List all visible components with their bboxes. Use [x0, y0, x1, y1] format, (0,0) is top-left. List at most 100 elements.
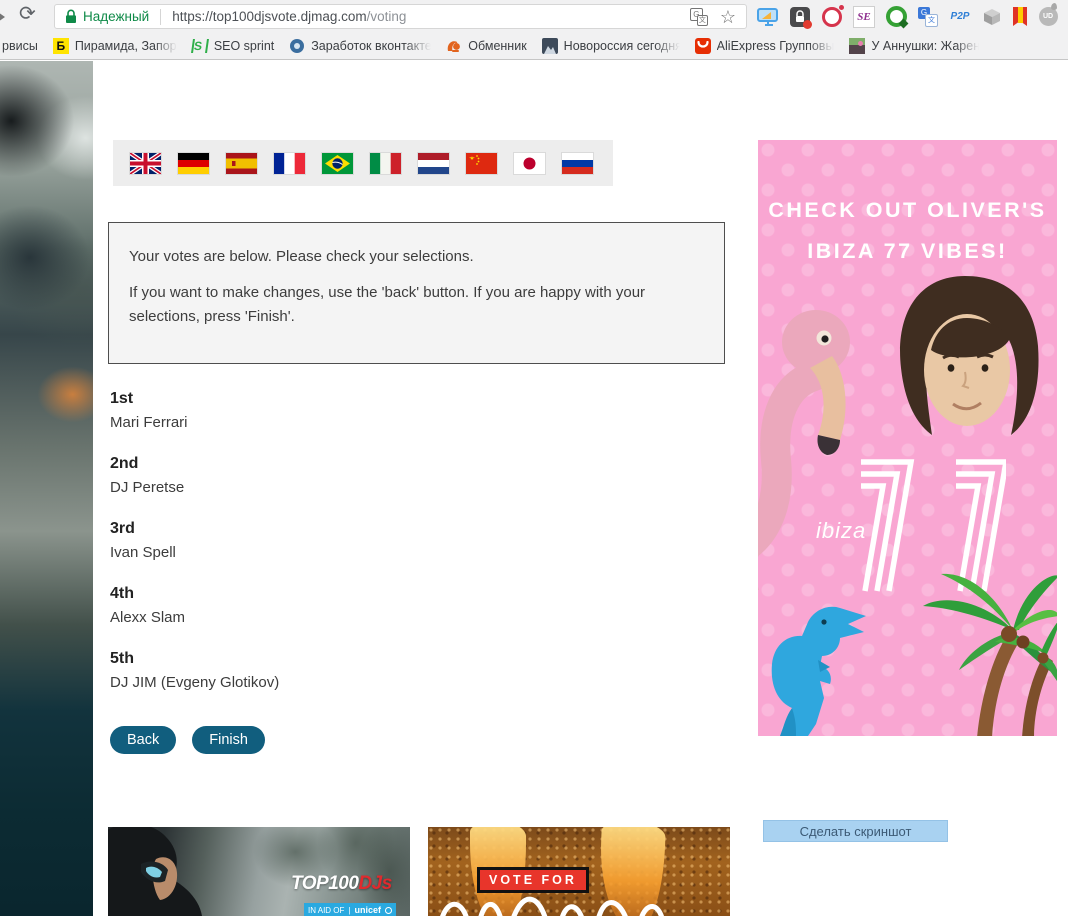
- script-signature-image: [440, 896, 664, 916]
- ad-headline-line2: IBIZA 77 VIBES!: [807, 238, 1008, 263]
- bookmark-annushki[interactable]: У Аннушки: Жаренн: [849, 38, 979, 54]
- bookmark-star-icon[interactable]: ☆: [720, 8, 736, 26]
- bookmark-label: рвисы: [2, 39, 38, 53]
- green-q-extension-icon[interactable]: [884, 5, 908, 29]
- unicef-banner: IN AID OF | unicef: [304, 903, 396, 916]
- ibiza-logo-word: ibiza: [816, 518, 866, 543]
- flag-netherlands[interactable]: [418, 152, 449, 174]
- vote-row: 3rd Ivan Spell: [110, 520, 530, 561]
- omnibox-divider: [160, 8, 162, 25]
- forward-icon[interactable]: [0, 10, 5, 24]
- background-photo: [0, 61, 93, 916]
- vote-row: 1st Mari Ferrari: [110, 390, 530, 431]
- vk-earn-favicon: [289, 38, 305, 54]
- secure-lock-icon: [66, 9, 76, 23]
- extension-icons-bar: SE G 文 P2P UD: [756, 0, 1060, 33]
- ud-extension-icon[interactable]: UD: [1036, 3, 1060, 29]
- finish-button[interactable]: Finish: [192, 726, 265, 754]
- vote-row: 5th DJ JIM (Evgeny Glotikov): [110, 650, 530, 691]
- flag-italy[interactable]: [370, 152, 401, 174]
- ad-headline-line1: CHECK OUT OLIVER'S: [768, 198, 1047, 222]
- bookmark-label: Заработок вконтакте: [311, 39, 432, 53]
- vote-rank: 2nd: [110, 455, 139, 472]
- vote-rank: 3rd: [110, 520, 135, 537]
- url-path: /voting: [366, 9, 407, 24]
- page-content: Your votes are below. Please check your …: [0, 61, 1068, 916]
- bookmark-zarabotok[interactable]: Заработок вконтакте: [289, 38, 431, 54]
- vote-list: 1st Mari Ferrari 2nd DJ Peretse 3rd Ivan…: [110, 390, 530, 715]
- cube-extension-icon[interactable]: [980, 5, 1004, 29]
- notification-badge: [803, 19, 812, 29]
- ad-headline: CHECK OUT OLIVER'S IBIZA 77 VIBES!: [758, 190, 1057, 272]
- mountain-favicon: [541, 38, 558, 54]
- vote-for-ad[interactable]: VOTE FOR: [428, 827, 730, 916]
- bookmark-servicy[interactable]: рвисы: [2, 39, 38, 53]
- secure-label: Надежный: [83, 9, 150, 24]
- address-bar[interactable]: Надежный https://top100djsvote.djmag.com…: [54, 4, 747, 29]
- instructions-line2: If you want to make changes, use the 'ba…: [129, 284, 646, 325]
- aliexpress-favicon: [694, 38, 711, 54]
- browser-window: ⟳ Надежный https://top100djsvote.djmag.c…: [0, 0, 1068, 916]
- oliver-ibiza77-ad[interactable]: CHECK OUT OLIVER'S IBIZA 77 VIBES! ibiza: [758, 140, 1057, 736]
- bookmarks-flag-extension-icon[interactable]: [1012, 6, 1028, 27]
- bookmark-label: SEO sprint: [213, 39, 275, 53]
- flag-united-kingdom[interactable]: [130, 152, 161, 174]
- flag-france[interactable]: [274, 152, 305, 174]
- seosprint-favicon: S: [190, 38, 209, 54]
- instructions-box: Your votes are below. Please check your …: [108, 222, 725, 364]
- gismeteo-extension-icon[interactable]: [820, 4, 844, 29]
- screen-share-extension-icon[interactable]: [756, 5, 780, 29]
- se-glyph: SE: [853, 5, 875, 28]
- bookmark-label: Новороссия сегодня: [563, 39, 680, 53]
- vote-row: 4th Alexx Slam: [110, 585, 530, 626]
- flag-germany[interactable]: [178, 152, 209, 174]
- browser-toolbar: ⟳ Надежный https://top100djsvote.djmag.c…: [0, 0, 1068, 33]
- seosprint-extension-icon[interactable]: SE: [852, 5, 876, 29]
- p2p-extension-icon[interactable]: P2P: [948, 5, 972, 29]
- vote-rank: 4th: [110, 585, 134, 602]
- divider-glyph: |: [348, 905, 351, 915]
- take-screenshot-button[interactable]: Сделать скриншот: [763, 820, 948, 842]
- flag-russia[interactable]: [562, 152, 593, 174]
- vote-name: Ivan Spell: [110, 544, 176, 561]
- vote-name: Mari Ferrari: [110, 414, 188, 431]
- bookmarks-bar: рвисы Б Пирамида, Запорож S SEO sprint З…: [0, 33, 1068, 60]
- flag-spain[interactable]: [226, 152, 257, 174]
- flag-brazil[interactable]: [322, 152, 353, 174]
- flag-japan[interactable]: [514, 152, 545, 174]
- vote-rank: 1st: [110, 390, 134, 407]
- top100djs-unicef-ad[interactable]: TOP100DJs IN AID OF | unicef: [108, 827, 410, 916]
- bookmark-label: Обменник: [468, 39, 527, 53]
- vote-row: 2nd DJ Peretse: [110, 455, 530, 496]
- toy-dinosaur-image: [771, 606, 866, 736]
- vote-name: Alexx Slam: [110, 609, 186, 626]
- in-aid-of-text: IN AID OF: [307, 905, 345, 915]
- djs-text: DJs: [358, 873, 392, 894]
- bookmark-seosprint[interactable]: S SEO sprint: [190, 38, 275, 54]
- back-button[interactable]: Back: [110, 726, 177, 754]
- bookmark-piramida[interactable]: Б Пирамида, Запорож: [52, 38, 177, 54]
- form-buttons: Back Finish: [110, 726, 265, 754]
- top100djs-logo: TOP100DJs: [291, 873, 392, 895]
- unicef-emblem-icon: [385, 906, 393, 914]
- bookmark-label: AliExpress Групповы: [716, 39, 835, 53]
- bookmark-label: Пирамида, Запорож: [74, 39, 177, 53]
- flag-china[interactable]: [466, 152, 497, 174]
- translate-extension-icon[interactable]: G 文: [916, 5, 940, 29]
- bookmark-obmennik[interactable]: Обменник: [446, 38, 527, 54]
- url-text: https://top100djsvote.djmag.com/voting: [172, 9, 406, 24]
- unicef-text: unicef: [354, 905, 382, 915]
- man-sunglasses-image: [108, 827, 202, 916]
- photo-favicon: [849, 38, 866, 54]
- bookmark-novorossiya[interactable]: Новороссия сегодня: [541, 38, 680, 54]
- bookmark-aliexpress[interactable]: AliExpress Групповы: [694, 38, 835, 54]
- top100-text: TOP100: [291, 873, 359, 894]
- translate-page-icon[interactable]: G 文: [689, 7, 708, 26]
- translate-white-wen: 文: [925, 13, 938, 27]
- vote-rank: 5th: [110, 650, 134, 667]
- privacy-lock-extension-icon[interactable]: [788, 5, 812, 29]
- b-favicon: Б: [52, 38, 69, 54]
- language-flags-bar: [113, 140, 613, 186]
- squirrel-favicon: [446, 38, 462, 54]
- reload-icon[interactable]: ⟳: [19, 1, 36, 26]
